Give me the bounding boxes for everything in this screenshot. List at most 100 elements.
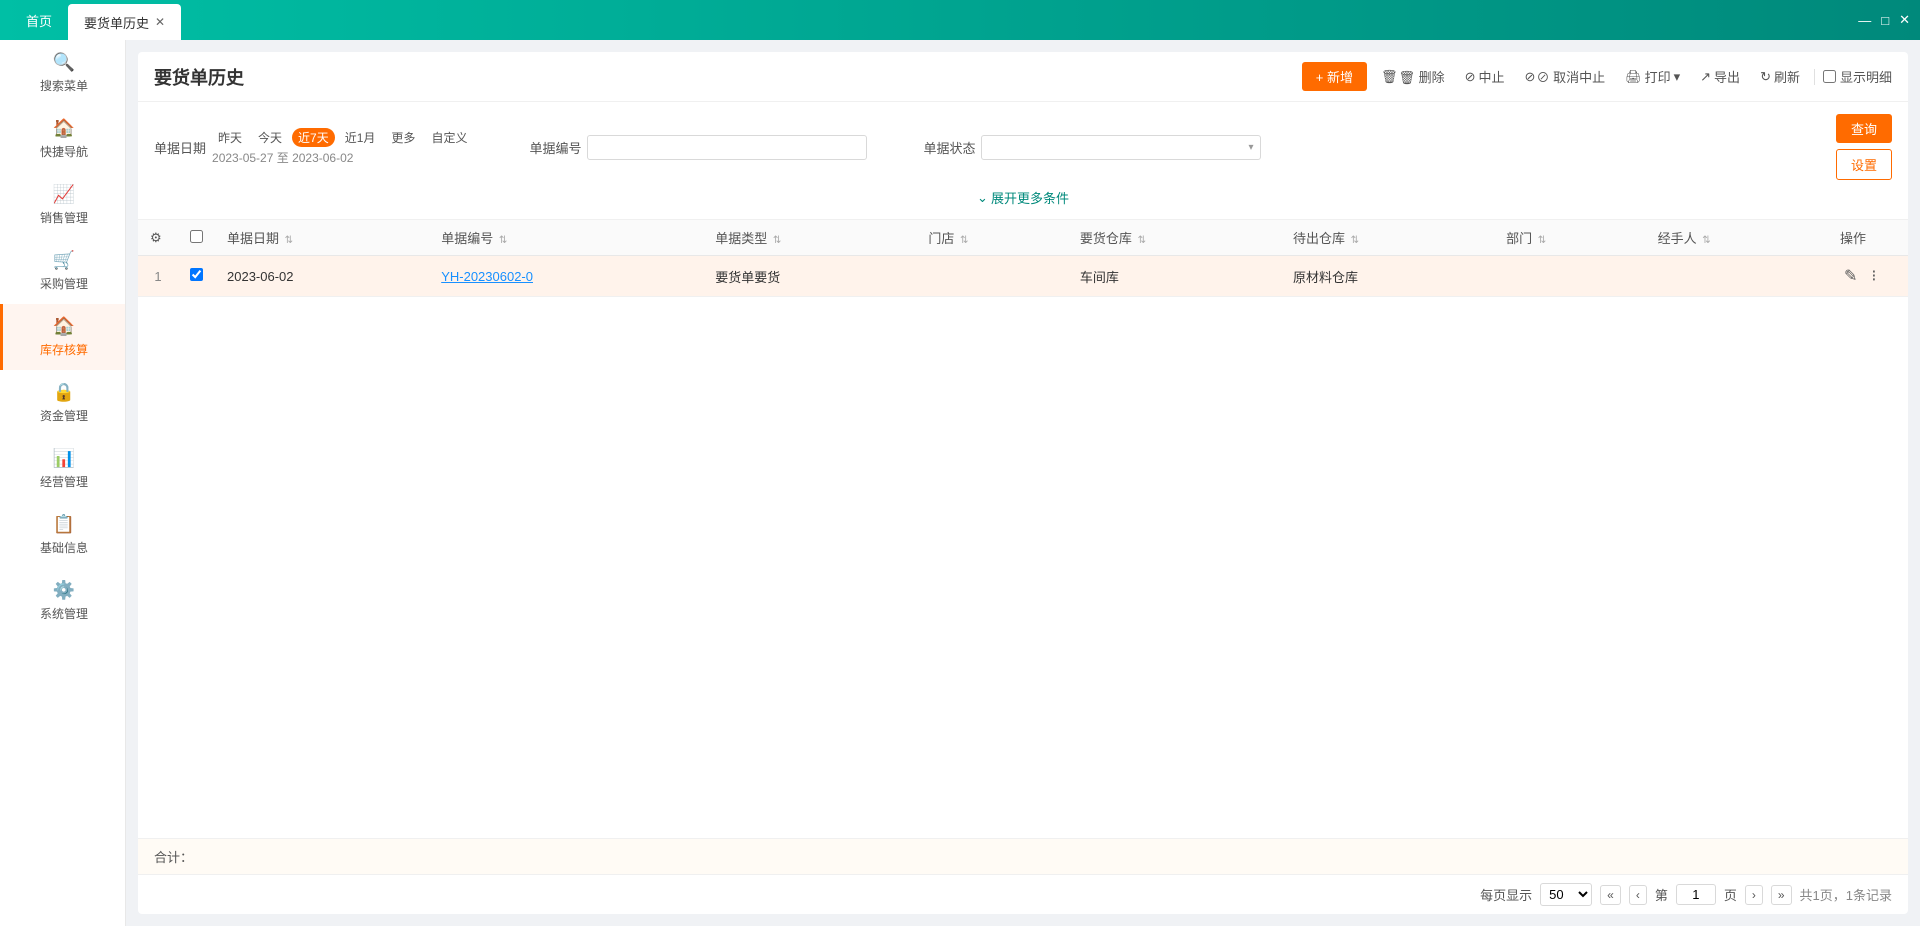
sidebar-item-sales-mgmt[interactable]: 📈 销售管理: [0, 172, 125, 238]
col-store-sort-icon: ⇅: [960, 235, 968, 246]
sidebar-item-sys-mgmt[interactable]: ⚙️ 系统管理: [0, 568, 125, 634]
export-icon: ↗: [1700, 69, 1711, 85]
row-doc-number[interactable]: YH-20230602-0: [429, 256, 703, 297]
row-edit-button[interactable]: ✎: [1840, 264, 1861, 288]
tab-requisition-history[interactable]: 要货单历史 ✕: [68, 4, 181, 40]
action-buttons: 查询 设置: [1836, 114, 1892, 180]
delete-button[interactable]: 🗑 🗑 删除: [1375, 63, 1451, 90]
col-pending-warehouse[interactable]: 待出仓库 ⇅: [1281, 220, 1494, 256]
cancel-stop-button[interactable]: ⊘ ⊘ 取消中止: [1519, 63, 1612, 90]
sidebar-item-quick-nav[interactable]: 🏠 快捷导航: [0, 106, 125, 172]
pagination-bar: 每页显示 50 10 20 100 « ‹ 第 页 › » 共1页，1条记录: [138, 874, 1908, 914]
col-doc-number[interactable]: 单据编号 ⇅: [429, 220, 703, 256]
today-shortcut[interactable]: 今天: [252, 128, 288, 147]
table-body: 1 2023-06-02 YH-20230602-0 要货单要货 车间库: [138, 256, 1908, 297]
delete-icon: 🗑: [1381, 69, 1398, 85]
last-page-button[interactable]: »: [1771, 885, 1792, 905]
doc-status-select[interactable]: [981, 135, 1261, 160]
sidebar-item-ops-mgmt[interactable]: 📊 经营管理: [0, 436, 125, 502]
filter-row: 单据日期 昨天 今天 近7天 近1月 更多 自定义 2023-05-27 至 2…: [154, 114, 1892, 180]
basic-info-icon: 📋: [53, 514, 75, 535]
select-all-checkbox[interactable]: [190, 230, 203, 243]
window-max-button[interactable]: □: [1881, 13, 1889, 28]
sidebar-item-purchase-mgmt[interactable]: 🛒 采购管理: [0, 238, 125, 304]
sidebar-item-sys-mgmt-label: 系统管理: [40, 605, 88, 622]
print-label: 打印: [1645, 67, 1671, 86]
table-row: 1 2023-06-02 YH-20230602-0 要货单要货 车间库: [138, 256, 1908, 297]
stop-icon: ⊘: [1465, 69, 1476, 85]
row-checkbox[interactable]: [190, 268, 203, 281]
filter-doc-number-item: 单据编号: [529, 135, 867, 160]
show-detail-checkbox-label[interactable]: 显示明细: [1823, 67, 1892, 86]
col-doc-date-sort-icon: ⇅: [285, 235, 293, 246]
col-req-warehouse[interactable]: 要货仓库 ⇅: [1068, 220, 1281, 256]
col-store[interactable]: 门店 ⇅: [916, 220, 1068, 256]
sidebar-item-inventory-calc[interactable]: 🏠 库存核算: [0, 304, 125, 370]
sidebar-item-finance-mgmt[interactable]: 🔒 资金管理: [0, 370, 125, 436]
purchase-mgmt-icon: 🛒: [53, 250, 75, 271]
filter-area: 单据日期 昨天 今天 近7天 近1月 更多 自定义 2023-05-27 至 2…: [138, 102, 1908, 220]
first-page-button[interactable]: «: [1600, 885, 1621, 905]
page-number-input[interactable]: [1676, 884, 1716, 905]
page-header: 要货单历史 + 新增 🗑 🗑 删除 ⊘ 中止 ⊘ ⊘ 取消中止: [138, 52, 1908, 102]
col-operations: 操作: [1828, 220, 1908, 256]
settings-button[interactable]: 设置: [1836, 149, 1892, 180]
row-checkbox-cell[interactable]: [178, 256, 215, 297]
toolbar-separator: [1814, 69, 1815, 85]
new-button[interactable]: + 新增: [1302, 62, 1367, 91]
last7-shortcut[interactable]: 近7天: [292, 128, 335, 147]
expand-filter-button[interactable]: ⌄ 展开更多条件: [977, 188, 1069, 207]
print-dropdown-icon: ▾: [1674, 69, 1681, 85]
doc-number-link[interactable]: YH-20230602-0: [441, 269, 533, 284]
col-settings[interactable]: ⚙: [138, 220, 178, 256]
page-prefix-label: 第: [1655, 885, 1668, 904]
col-department[interactable]: 部门 ⇅: [1494, 220, 1646, 256]
query-button[interactable]: 查询: [1836, 114, 1892, 143]
custom-shortcut[interactable]: 自定义: [425, 128, 473, 147]
row-department: [1494, 256, 1646, 297]
total-info: 共1页，1条记录: [1800, 885, 1892, 904]
tab-home[interactable]: 首页: [10, 0, 68, 40]
yesterday-shortcut[interactable]: 昨天: [212, 128, 248, 147]
expand-icon: ⌄: [977, 190, 988, 206]
col-doc-number-sort-icon: ⇅: [499, 235, 507, 246]
window-close-button[interactable]: ✕: [1899, 12, 1910, 28]
filter-doc-number-label: 单据编号: [529, 138, 581, 157]
row-operations-cell: ✎ ⁝: [1828, 256, 1908, 297]
sidebar-item-search-menu[interactable]: 🔍 搜索菜单: [0, 40, 125, 106]
expand-label: 展开更多条件: [991, 188, 1069, 207]
col-doc-type[interactable]: 单据类型 ⇅: [703, 220, 916, 256]
print-icon: 🖨: [1625, 69, 1642, 85]
col-checkbox[interactable]: [178, 220, 215, 256]
row-num: 1: [138, 256, 178, 297]
top-bar-tabs: 首页 要货单历史 ✕: [10, 0, 181, 40]
next-page-button[interactable]: ›: [1745, 885, 1763, 905]
more-shortcut[interactable]: 更多: [385, 128, 421, 147]
col-doc-date[interactable]: 单据日期 ⇅: [215, 220, 429, 256]
export-button[interactable]: ↗ 导出: [1694, 63, 1746, 90]
row-more-button[interactable]: ⁝: [1867, 264, 1880, 288]
refresh-label: 刷新: [1774, 67, 1800, 86]
row-pending-warehouse: 原材料仓库: [1281, 256, 1494, 297]
inventory-calc-icon: 🏠: [53, 316, 75, 337]
tab-close-icon[interactable]: ✕: [155, 15, 165, 29]
prev-page-button[interactable]: ‹: [1629, 885, 1647, 905]
per-page-select[interactable]: 50 10 20 100: [1540, 883, 1592, 906]
doc-number-input[interactable]: [587, 135, 867, 160]
last-month-shortcut[interactable]: 近1月: [339, 128, 382, 147]
page-title: 要货单历史: [154, 64, 244, 90]
content-area: 要货单历史 + 新增 🗑 🗑 删除 ⊘ 中止 ⊘ ⊘ 取消中止: [126, 40, 1920, 926]
date-range-text: 2023-05-27 至 2023-06-02: [212, 149, 473, 166]
show-detail-label: 显示明细: [1840, 67, 1892, 86]
col-handler[interactable]: 经手人 ⇅: [1646, 220, 1828, 256]
tab-requisition-history-label: 要货单历史: [84, 13, 149, 32]
filter-date-group: 昨天 今天 近7天 近1月 更多 自定义 2023-05-27 至 2023-0…: [212, 128, 473, 166]
refresh-button[interactable]: ↻ 刷新: [1754, 63, 1806, 90]
print-button[interactable]: 🖨 打印 ▾: [1619, 63, 1686, 90]
window-min-button[interactable]: —: [1858, 13, 1871, 28]
show-detail-checkbox[interactable]: [1823, 70, 1836, 83]
sidebar-item-basic-info[interactable]: 📋 基础信息: [0, 502, 125, 568]
stop-button[interactable]: ⊘ 中止: [1459, 63, 1511, 90]
filter-doc-status-label: 单据状态: [923, 138, 975, 157]
table-area: ⚙ 单据日期 ⇅ 单据编号 ⇅: [138, 220, 1908, 838]
